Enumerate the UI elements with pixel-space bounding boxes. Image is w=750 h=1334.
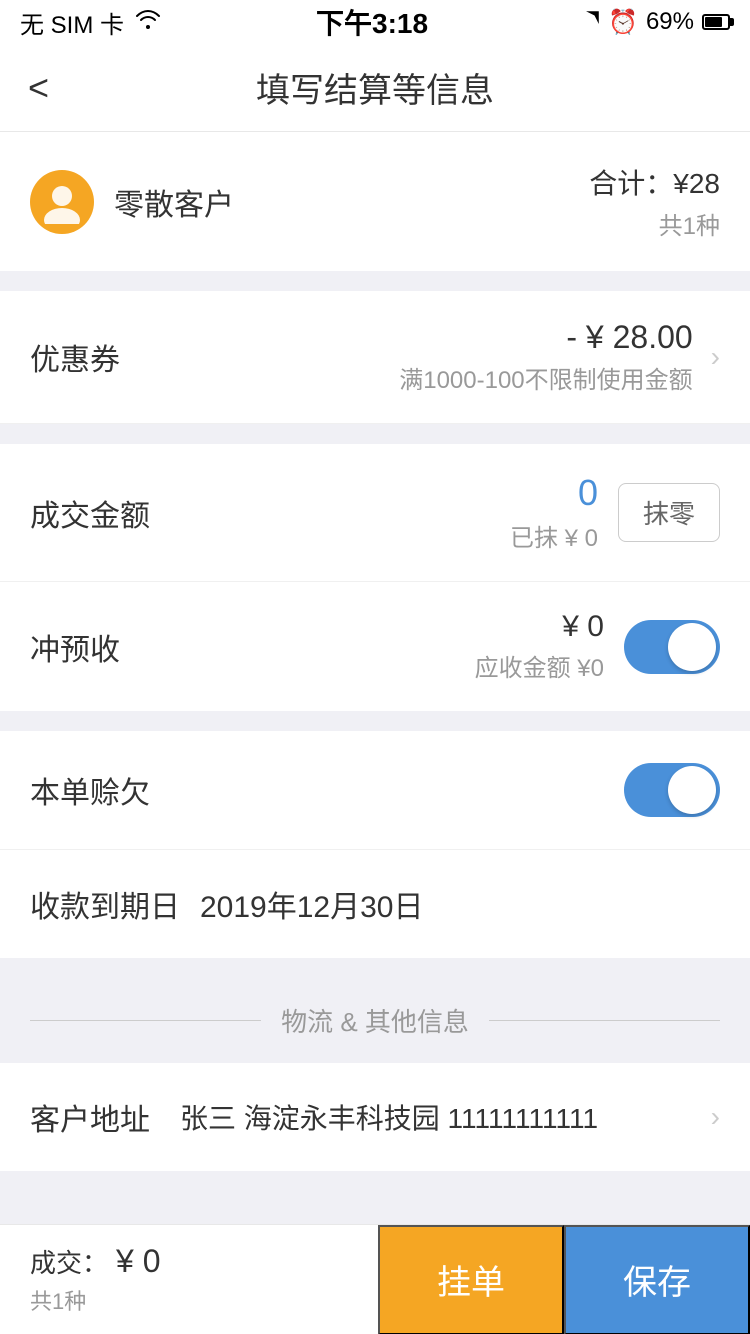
- gap-2: [0, 424, 750, 444]
- bottom-transaction-value: ¥ 0: [116, 1243, 160, 1280]
- bottom-transaction-label: 成交：: [30, 1243, 108, 1280]
- status-time: 下午3:18: [316, 2, 428, 42]
- battery-percent: 69%: [646, 8, 694, 36]
- save-button[interactable]: 保存: [564, 1225, 750, 1334]
- credit-toggle-knob: [668, 766, 716, 814]
- coupon-chevron-icon: ›: [711, 341, 720, 373]
- logistics-line-left: [30, 1020, 261, 1021]
- bottom-count: 共1种: [30, 1284, 348, 1316]
- gap-3: [0, 711, 750, 731]
- bottom-transaction-line: 成交： ¥ 0: [30, 1243, 348, 1280]
- page-title: 填写结算等信息: [256, 63, 494, 112]
- transaction-value: 0: [578, 472, 598, 514]
- transaction-label: 成交金额: [30, 491, 150, 535]
- gap-4: [0, 958, 750, 978]
- prepay-toggle[interactable]: [624, 620, 720, 674]
- status-left: 无 SIM 卡: [20, 5, 162, 40]
- status-right: ⏰ 69%: [582, 8, 730, 37]
- customer-right: 合计：¥28 共1种: [589, 162, 720, 241]
- address-value: 张三 海淀永丰科技园 11111111111: [180, 1097, 703, 1137]
- nav-bar: < 填写结算等信息: [0, 44, 750, 132]
- content: 零散客户 合计：¥28 共1种 优惠券 - ¥ 28.00 满1000-100不…: [0, 132, 750, 1331]
- bottom-info: 成交： ¥ 0 共1种: [0, 1243, 378, 1316]
- bottom-bar: 成交： ¥ 0 共1种 挂单 保存: [0, 1224, 750, 1334]
- pending-button[interactable]: 挂单: [378, 1225, 564, 1334]
- customer-section: 零散客户 合计：¥28 共1种: [0, 132, 750, 271]
- address-right: ›: [703, 1101, 720, 1133]
- alarm-icon: ⏰: [608, 8, 638, 37]
- discount-desc: 满1000-100不限制使用金额: [399, 360, 692, 395]
- wifi-icon: [134, 8, 162, 37]
- coupon-info: - ¥ 28.00 满1000-100不限制使用金额: [399, 319, 692, 395]
- discount-value: - ¥ 28.00: [399, 319, 692, 356]
- total-count: 共1种: [589, 206, 720, 241]
- total-amount: 合计：¥28: [589, 162, 720, 202]
- amount-col: 0 已抹 ¥ 0: [510, 472, 598, 553]
- carrier-text: 无 SIM 卡: [20, 5, 124, 40]
- coupon-right: - ¥ 28.00 满1000-100不限制使用金额 ›: [399, 319, 720, 395]
- back-button[interactable]: <: [28, 67, 49, 109]
- coupon-label: 优惠券: [30, 335, 120, 379]
- address-label: 客户地址: [30, 1095, 150, 1139]
- battery-icon: [702, 14, 730, 30]
- credit-toggle[interactable]: [624, 763, 720, 817]
- gap-5: [0, 1171, 750, 1211]
- location-icon: [582, 8, 600, 37]
- prepay-right: ¥ 0 应收金额 ¥0: [475, 610, 720, 683]
- logistics-text: 物流 & 其他信息: [281, 1002, 469, 1039]
- credit-label: 本单赊欠: [30, 768, 150, 812]
- prepay-value: ¥ 0: [562, 610, 604, 644]
- credit-row: 本单赊欠: [0, 731, 750, 849]
- logistics-line-right: [489, 1020, 720, 1021]
- due-date-label: 收款到期日: [30, 882, 180, 926]
- customer-avatar: [30, 170, 94, 234]
- transaction-row: 成交金额 0 已抹 ¥ 0 抹零: [0, 444, 750, 582]
- address-row[interactable]: 客户地址 张三 海淀永丰科技园 11111111111 ›: [0, 1063, 750, 1171]
- round-off-button[interactable]: 抹零: [618, 483, 720, 542]
- customer-name: 零散客户: [114, 180, 234, 224]
- prepay-sub: 应收金额 ¥0: [475, 648, 604, 683]
- due-date-row: 收款到期日 2019年12月30日: [0, 849, 750, 958]
- due-date-value: 2019年12月30日: [200, 882, 423, 926]
- coupon-row[interactable]: 优惠券 - ¥ 28.00 满1000-100不限制使用金额 ›: [0, 291, 750, 424]
- transaction-sub: 已抹 ¥ 0: [510, 518, 598, 553]
- prepay-col: ¥ 0 应收金额 ¥0: [475, 610, 604, 683]
- gap-1: [0, 271, 750, 291]
- status-bar: 无 SIM 卡 下午3:18 ⏰ 69%: [0, 0, 750, 44]
- transaction-right: 0 已抹 ¥ 0 抹零: [510, 472, 720, 553]
- toggle-knob: [668, 623, 716, 671]
- logistics-section: 物流 & 其他信息: [0, 978, 750, 1063]
- prepay-label: 冲预收: [30, 625, 120, 669]
- address-chevron-icon: ›: [711, 1101, 720, 1133]
- customer-left: 零散客户: [30, 170, 234, 234]
- prepay-row: 冲预收 ¥ 0 应收金额 ¥0: [0, 582, 750, 711]
